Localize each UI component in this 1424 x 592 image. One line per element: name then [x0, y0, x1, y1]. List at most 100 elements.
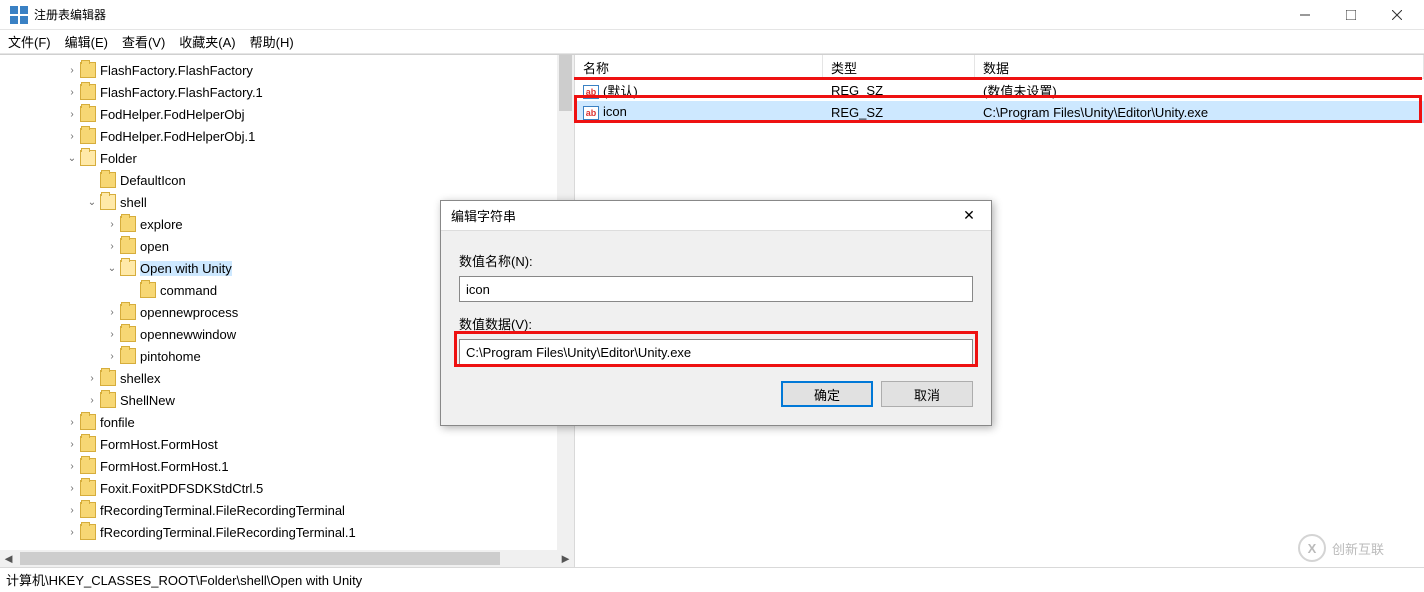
tree-item[interactable]: ›FlashFactory.FlashFactory: [0, 59, 574, 81]
watermark-text: 创新互联: [1332, 539, 1384, 558]
tree-item[interactable]: › FlashFactory.FlashFactory.1: [0, 81, 574, 103]
scroll-right-arrow-icon[interactable]: ►: [557, 550, 574, 567]
edit-string-dialog: 编辑字符串 ✕ 数值名称(N): 数值数据(V): 确定 取消: [440, 200, 992, 426]
tree-item[interactable]: › FodHelper.FodHelperObj.1: [0, 125, 574, 147]
value-name-field[interactable]: [459, 276, 973, 302]
value-data-field[interactable]: [459, 339, 973, 365]
menu-favorites[interactable]: 收藏夹(A): [179, 32, 235, 51]
tree-item-label: fRecordingTerminal.FileRecordingTerminal: [100, 503, 345, 518]
tree-horizontal-scrollbar[interactable]: ◄ ►: [0, 550, 574, 567]
tree-item[interactable]: ›FormHost.FormHost.1: [0, 455, 574, 477]
tree-item-label: explore: [140, 217, 183, 232]
tree-item-label: pintohome: [140, 349, 201, 364]
folder-icon: [80, 524, 96, 540]
expand-toggle-icon[interactable]: ›: [64, 131, 80, 142]
expand-toggle-icon[interactable]: ›: [64, 527, 80, 538]
status-bar: 计算机\HKEY_CLASSES_ROOT\Folder\shell\Open …: [0, 567, 1424, 591]
expand-toggle-icon[interactable]: ›: [84, 395, 100, 406]
folder-icon: [120, 304, 136, 320]
expand-toggle-icon[interactable]: ⌄: [64, 153, 80, 164]
expand-toggle-icon[interactable]: ›: [64, 87, 80, 98]
menu-bar: 文件(F) 编辑(E) 查看(V) 收藏夹(A) 帮助(H): [0, 30, 1424, 54]
minimize-button[interactable]: [1282, 0, 1328, 30]
tree-item-label: FodHelper.FodHelperObj.1: [100, 129, 255, 144]
folder-icon: [120, 238, 136, 254]
tree-item[interactable]: DefaultIcon: [0, 169, 574, 191]
folder-icon: [80, 150, 96, 166]
folder-icon: [80, 458, 96, 474]
tree-item[interactable]: › FodHelper.FodHelperObj: [0, 103, 574, 125]
folder-icon: [100, 392, 116, 408]
watermark: X 创新互联: [1298, 530, 1418, 566]
expand-toggle-icon[interactable]: ›: [64, 461, 80, 472]
menu-file[interactable]: 文件(F): [8, 32, 51, 51]
col-header-name[interactable]: 名称: [575, 55, 823, 78]
expand-toggle-icon[interactable]: ›: [64, 505, 80, 516]
menu-help[interactable]: 帮助(H): [250, 32, 294, 51]
expand-toggle-icon[interactable]: ⌄: [104, 263, 120, 274]
value-data: (数值未设置): [975, 81, 1424, 100]
tree-item-label: opennewprocess: [140, 305, 238, 320]
tree-item-label: open: [140, 239, 169, 254]
ok-button[interactable]: 确定: [781, 381, 873, 407]
scrollbar-thumb[interactable]: [20, 552, 500, 565]
tree-item-label: FlashFactory.FlashFactory.1: [100, 85, 263, 100]
value-name-label: 数值名称(N):: [459, 251, 973, 270]
value-type: REG_SZ: [823, 105, 975, 120]
expand-toggle-icon[interactable]: ›: [64, 483, 80, 494]
folder-icon: [80, 106, 96, 122]
col-header-type[interactable]: 类型: [823, 55, 975, 78]
list-row[interactable]: ab(默认)REG_SZ(数值未设置): [575, 79, 1424, 101]
folder-icon: [100, 172, 116, 188]
folder-icon: [80, 84, 96, 100]
tree-item-label: shell: [120, 195, 147, 210]
tree-item-label: Folder: [100, 151, 137, 166]
folder-icon: [120, 216, 136, 232]
maximize-button[interactable]: [1328, 0, 1374, 30]
status-path: 计算机\HKEY_CLASSES_ROOT\Folder\shell\Open …: [6, 573, 362, 588]
tree-item[interactable]: › fRecordingTerminal.FileRecordingTermina…: [0, 499, 574, 521]
expand-toggle-icon[interactable]: ›: [104, 307, 120, 318]
folder-icon: [80, 62, 96, 78]
expand-toggle-icon[interactable]: ›: [64, 417, 80, 428]
tree-item[interactable]: › FormHost.FormHost: [0, 433, 574, 455]
tree-item[interactable]: ⌄ Folder: [0, 147, 574, 169]
col-header-data[interactable]: 数据: [975, 55, 1424, 78]
scrollbar-thumb[interactable]: [559, 55, 572, 111]
values-list[interactable]: ab(默认)REG_SZ(数值未设置)abiconREG_SZC:\Progra…: [575, 79, 1424, 123]
tree-item-label: FormHost.FormHost: [100, 437, 218, 452]
string-value-icon: ab: [583, 106, 599, 120]
menu-view[interactable]: 查看(V): [122, 32, 165, 51]
menu-edit[interactable]: 编辑(E): [65, 32, 108, 51]
scroll-left-arrow-icon[interactable]: ◄: [0, 550, 17, 567]
dialog-body: 数值名称(N): 数值数据(V): 确定 取消: [441, 231, 991, 425]
expand-toggle-icon[interactable]: ›: [104, 329, 120, 340]
dialog-close-icon[interactable]: ✕: [957, 207, 981, 224]
list-header: 名称 类型 数据: [575, 55, 1424, 79]
expand-toggle-icon[interactable]: ›: [84, 373, 100, 384]
expand-toggle-icon[interactable]: ›: [104, 351, 120, 362]
folder-icon: [80, 128, 96, 144]
tree-item[interactable]: › fRecordingTerminal.FileRecordingTermina…: [0, 521, 574, 543]
watermark-icon: X: [1298, 534, 1326, 562]
close-button[interactable]: [1374, 0, 1420, 30]
expand-toggle-icon[interactable]: ›: [64, 439, 80, 450]
tree-item-label: FodHelper.FodHelperObj: [100, 107, 245, 122]
value-data-label: 数值数据(V):: [459, 314, 973, 333]
tree-item[interactable]: ›Foxit.FoxitPDFSDKStdCtrl.5: [0, 477, 574, 499]
folder-icon: [80, 480, 96, 496]
expand-toggle-icon[interactable]: ›: [104, 219, 120, 230]
expand-toggle-icon[interactable]: ›: [104, 241, 120, 252]
dialog-title-bar[interactable]: 编辑字符串 ✕: [441, 201, 991, 231]
tree-item-label: fRecordingTerminal.FileRecordingTerminal…: [100, 525, 356, 540]
list-row[interactable]: abiconREG_SZC:\Program Files\Unity\Edito…: [575, 101, 1424, 123]
expand-toggle-icon[interactable]: ⌄: [84, 197, 100, 208]
tree-item-label: Open with Unity: [140, 261, 232, 276]
tree-item-label: opennewwindow: [140, 327, 236, 342]
cancel-button[interactable]: 取消: [881, 381, 973, 407]
expand-toggle-icon[interactable]: ›: [64, 65, 80, 76]
title-bar: 注册表编辑器: [0, 0, 1424, 30]
expand-toggle-icon[interactable]: ›: [64, 109, 80, 120]
folder-icon: [80, 436, 96, 452]
folder-icon: [120, 260, 136, 276]
